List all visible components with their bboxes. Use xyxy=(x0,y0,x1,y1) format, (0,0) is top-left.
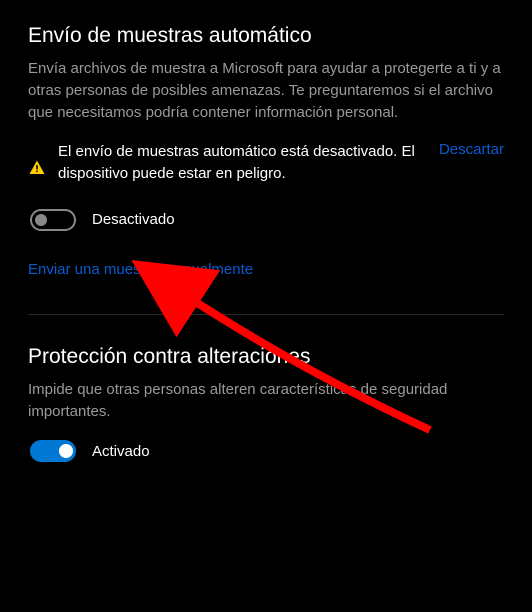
warning-icon xyxy=(28,141,46,182)
section-description: Envía archivos de muestra a Microsoft pa… xyxy=(28,58,504,123)
tamper-protection-section: Protección contra alteraciones Impide qu… xyxy=(28,345,504,463)
toggle-label: Desactivado xyxy=(92,211,175,228)
section-description: Impide que otras personas alteren caract… xyxy=(28,379,504,423)
alert-row: El envío de muestras automático está des… xyxy=(28,141,504,185)
toggle-label: Activado xyxy=(92,443,150,460)
automatic-sample-submission-section: Envío de muestras automático Envía archi… xyxy=(28,24,504,278)
alert-text: El envío de muestras automático está des… xyxy=(58,141,417,185)
sample-submission-toggle[interactable] xyxy=(30,209,76,231)
section-divider xyxy=(28,314,504,315)
send-sample-manually-link[interactable]: Enviar una muestra manualmente xyxy=(28,261,504,278)
toggle-knob xyxy=(59,444,73,458)
toggle-knob xyxy=(35,214,47,226)
toggle-row-tamper-protection: Activado xyxy=(30,440,504,462)
tamper-protection-toggle[interactable] xyxy=(30,440,76,462)
dismiss-link[interactable]: Descartar xyxy=(439,141,504,158)
toggle-row-sample-submission: Desactivado xyxy=(30,209,504,231)
section-title: Envío de muestras automático xyxy=(28,24,504,48)
section-title: Protección contra alteraciones xyxy=(28,345,504,369)
